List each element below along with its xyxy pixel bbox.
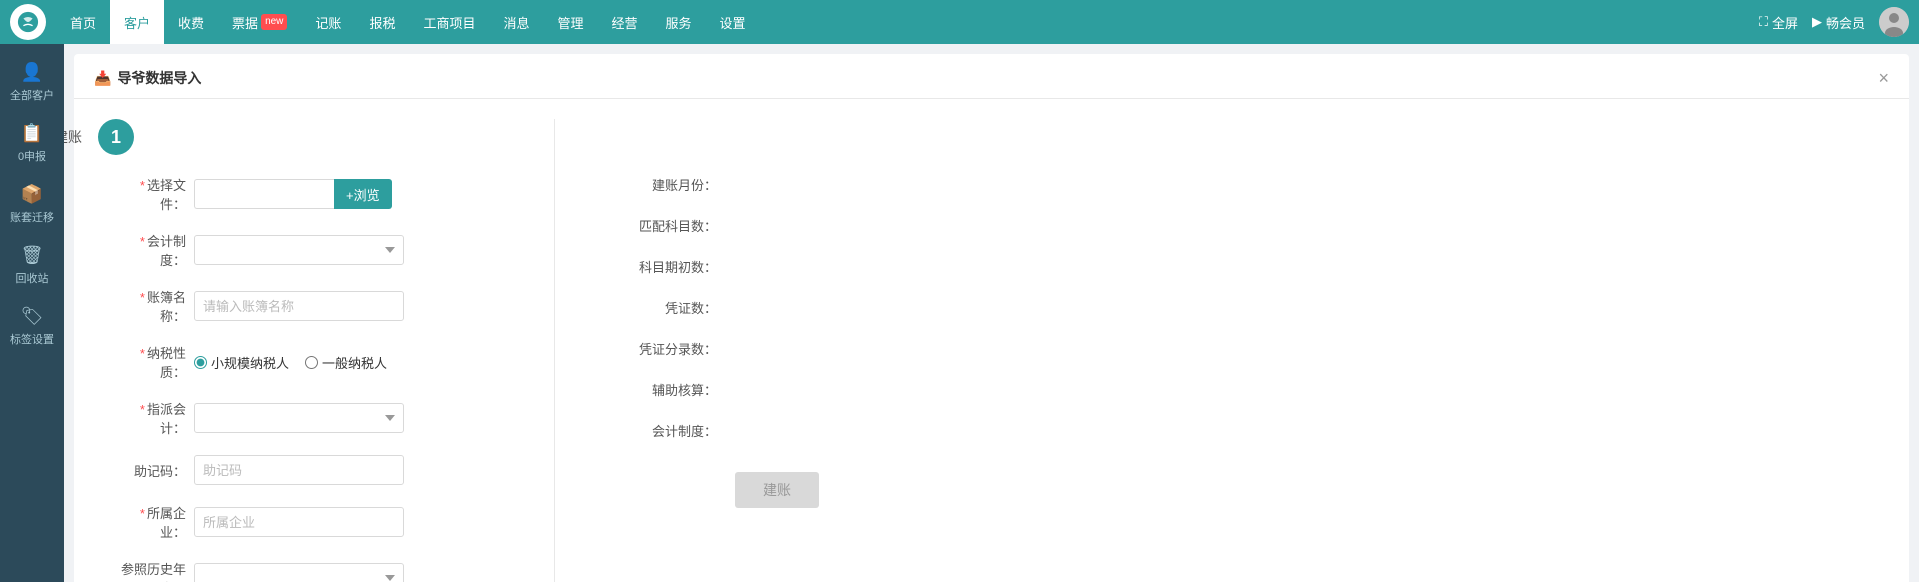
nav-operations[interactable]: 经营 <box>598 0 652 44</box>
avatar[interactable] <box>1879 7 1909 37</box>
tax-small-input[interactable] <box>194 356 207 369</box>
assign-label: *指派会计： <box>114 399 194 437</box>
tag-icon: 🏷 <box>21 306 44 327</box>
build-account-button[interactable]: 建账 <box>735 472 819 508</box>
top-nav: 首页 客户 收费 票据 new 记账 报税 工商项目 消息 管理 经营 服务 设… <box>0 0 1919 44</box>
trash-icon: 🗑 <box>21 245 44 266</box>
tax-label: *纳税性质： <box>114 343 194 381</box>
info-aux-label: 辅助核算： <box>635 380 725 399</box>
migrate-icon: 📦 <box>21 184 43 205</box>
assign-row: *指派会计： <box>114 399 534 437</box>
history-row: 参照历史年度： <box>114 559 534 582</box>
step-label: 建账 <box>64 127 82 147</box>
info-match-label: 匹配科目数： <box>635 216 725 235</box>
info-aux-row: 辅助核算： <box>635 380 1869 399</box>
close-button[interactable]: × <box>1878 69 1889 87</box>
step-header: 建账 1 <box>64 119 534 155</box>
nav-fee[interactable]: 收费 <box>164 0 218 44</box>
nav-home[interactable]: 首页 <box>56 0 110 44</box>
info-month-label: 建账月份： <box>635 175 725 194</box>
file-input-group: +浏览 <box>194 179 392 209</box>
company-row: *所属企业： <box>114 503 534 541</box>
file-input[interactable] <box>194 179 334 209</box>
info-voucher-row: 凭证数： <box>635 298 1869 317</box>
tax-row: *纳税性质： 小规模纳税人 一般纳税人 <box>114 343 534 381</box>
modal-card: 📥 导爷数据导入 × 建账 1 *选择文件： <box>74 54 1909 582</box>
nav-customer[interactable]: 客户 <box>110 0 164 44</box>
ledger-label: *账簿名称： <box>114 287 194 325</box>
info-initial-label: 科目期初数： <box>635 257 725 276</box>
accounting-label: *会计制度： <box>114 231 194 269</box>
ledger-input[interactable] <box>194 291 404 321</box>
content-area: 📥 导爷数据导入 × 建账 1 *选择文件： <box>64 44 1919 582</box>
nav-items: 首页 客户 收费 票据 new 记账 报税 工商项目 消息 管理 经营 服务 设… <box>56 0 1759 44</box>
fullscreen-btn[interactable]: ⛶ 全屏 <box>1759 13 1798 32</box>
accounting-select[interactable] <box>194 235 404 265</box>
form-right: 建账月份： 匹配科目数： 科目期初数： 凭证数： <box>575 119 1869 582</box>
sidebar: 👤 全部客户 📋 0申报 📦 账套迁移 🗑 回收站 🏷 标签设置 <box>0 44 64 582</box>
assign-select[interactable] <box>194 403 404 433</box>
info-voucher-entry-label: 凭证分录数： <box>635 339 725 358</box>
info-initial-row: 科目期初数： <box>635 257 1869 276</box>
import-icon: 📥 <box>94 70 111 87</box>
nav-settings[interactable]: 设置 <box>706 0 760 44</box>
memo-row: 助记码： <box>114 455 534 485</box>
modal-title: 📥 导爷数据导入 <box>94 68 201 88</box>
nav-service[interactable]: 服务 <box>652 0 706 44</box>
fullscreen-icon: ⛶ <box>1759 14 1768 30</box>
tax-general-input[interactable] <box>305 356 318 369</box>
browse-button[interactable]: +浏览 <box>334 179 392 209</box>
info-month-row: 建账月份： <box>635 175 1869 194</box>
play-icon: ▶ <box>1812 14 1822 30</box>
new-badge: new <box>261 14 287 30</box>
tax-radio-group: 小规模纳税人 一般纳税人 <box>194 353 387 372</box>
info-match-row: 匹配科目数： <box>635 216 1869 235</box>
report-icon: 📋 <box>21 123 43 144</box>
main-layout: 👤 全部客户 📋 0申报 📦 账套迁移 🗑 回收站 🏷 标签设置 📥 导爷 <box>0 44 1919 582</box>
company-input[interactable] <box>194 507 404 537</box>
logo[interactable] <box>10 4 46 40</box>
sidebar-item-recycle[interactable]: 🗑 回收站 <box>0 235 64 296</box>
vip-btn[interactable]: ▶ 畅会员 <box>1812 13 1865 32</box>
ledger-row: *账簿名称： <box>114 287 534 325</box>
form-separator <box>554 119 555 582</box>
step-circle: 1 <box>98 119 134 155</box>
file-label: *选择文件： <box>114 175 194 213</box>
history-label: 参照历史年度： <box>114 559 194 582</box>
memo-input[interactable] <box>194 455 404 485</box>
person-icon: 👤 <box>21 62 43 83</box>
form-left: 建账 1 *选择文件： +浏览 <box>114 119 534 582</box>
sidebar-item-tags[interactable]: 🏷 标签设置 <box>0 296 64 357</box>
nav-biz[interactable]: 工商项目 <box>409 0 489 44</box>
memo-label: 助记码： <box>114 461 194 480</box>
file-select-row: *选择文件： +浏览 <box>114 175 534 213</box>
info-voucher-entry-row: 凭证分录数： <box>635 339 1869 358</box>
nav-message[interactable]: 消息 <box>489 0 543 44</box>
tax-small-radio[interactable]: 小规模纳税人 <box>194 353 289 372</box>
form-area: 建账 1 *选择文件： +浏览 <box>74 99 1909 582</box>
sidebar-item-declaration[interactable]: 📋 0申报 <box>0 113 64 174</box>
nav-manage[interactable]: 管理 <box>543 0 597 44</box>
nav-bookkeeping[interactable]: 记账 <box>301 0 355 44</box>
nav-right: ⛶ 全屏 ▶ 畅会员 <box>1759 7 1909 37</box>
modal-header: 📥 导爷数据导入 × <box>74 54 1909 99</box>
sidebar-item-all-customers[interactable]: 👤 全部客户 <box>0 52 64 113</box>
tax-general-radio[interactable]: 一般纳税人 <box>305 353 387 372</box>
sidebar-item-migration[interactable]: 📦 账套迁移 <box>0 174 64 235</box>
accounting-row: *会计制度： <box>114 231 534 269</box>
nav-ticket[interactable]: 票据 new <box>218 0 301 44</box>
info-accounting-system-label: 会计制度： <box>635 421 725 440</box>
company-label: *所属企业： <box>114 503 194 541</box>
history-select[interactable] <box>194 563 404 582</box>
nav-tax[interactable]: 报税 <box>355 0 409 44</box>
info-voucher-label: 凭证数： <box>635 298 725 317</box>
info-accounting-system-row: 会计制度： <box>635 421 1869 440</box>
